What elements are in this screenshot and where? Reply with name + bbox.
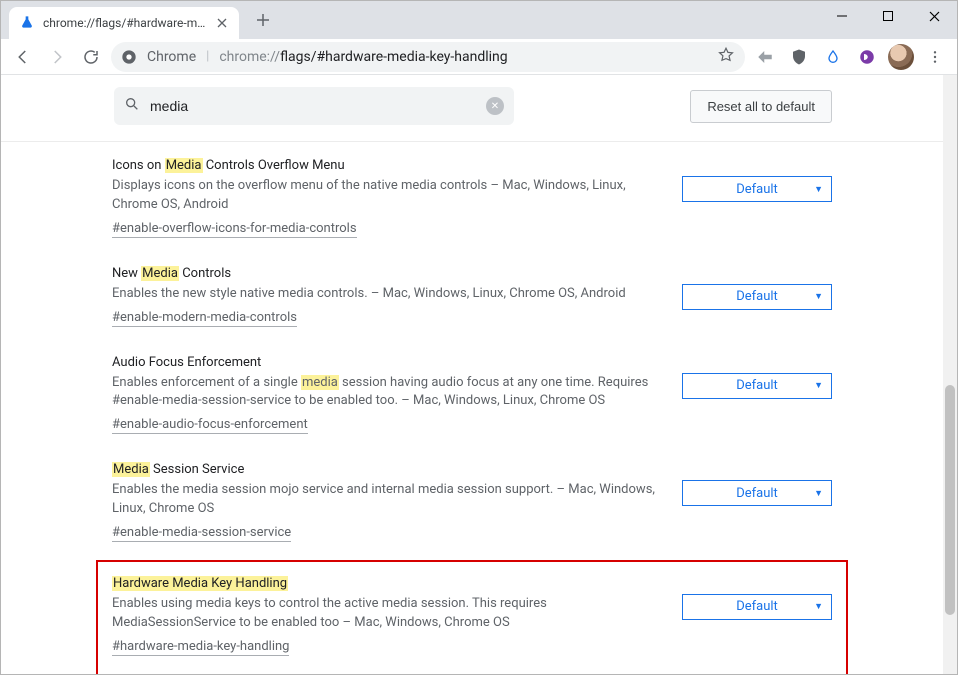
chrome-icon [121,49,137,65]
flags-search[interactable]: ✕ [114,87,514,125]
flag-anchor-link[interactable]: #enable-overflow-icons-for-media-control… [112,221,357,238]
flag-title: Icons on Media Controls Overflow Menu [112,158,662,173]
scroll-thumb[interactable] [945,385,955,615]
bookmark-star-icon[interactable] [717,46,735,68]
flag-title: Audio Focus Enforcement [112,355,662,370]
close-icon[interactable] [215,16,229,30]
flags-list: Icons on Media Controls Overflow Menu Di… [112,142,832,674]
flag-description: Displays icons on the overflow menu of t… [112,177,662,215]
flag-row: Icons on Media Controls Overflow Menu Di… [112,142,832,250]
flag-description: Enables the media session mojo service a… [112,481,662,519]
back-button[interactable] [9,43,37,71]
flag-title: New Media Controls [112,266,662,281]
flag-description: Enables the new style native media contr… [112,285,662,304]
toolbar: Chrome | chrome://flags/#hardware-media-… [1,39,957,75]
flag-row: Hardware Media Key Handling Enables usin… [112,570,832,668]
omnibox-scheme-label: Chrome [147,49,196,65]
profile-avatar[interactable] [887,43,915,71]
new-tab-button[interactable] [249,6,277,34]
browser-tab[interactable]: chrome://flags/#hardware-media [9,7,239,39]
clear-search-icon[interactable]: ✕ [486,97,504,115]
flag-row: Audio Focus Enforcement Enables enforcem… [112,339,832,447]
flask-icon [19,15,35,31]
search-input[interactable] [150,98,476,114]
omnibox-url: chrome://flags/#hardware-media-key-handl… [219,49,507,65]
extension-round-icon[interactable] [853,43,881,71]
flag-anchor-link[interactable]: #hardware-media-key-handling [112,639,289,656]
address-bar[interactable]: Chrome | chrome://flags/#hardware-media-… [111,42,745,72]
flag-select[interactable]: Default [682,176,832,202]
flag-select[interactable]: Default [682,284,832,310]
highlighted-flag: Hardware Media Key Handling Enables usin… [96,560,848,674]
flag-row: New Media Controls Enables the new style… [112,250,832,339]
titlebar: chrome://flags/#hardware-media [1,1,957,39]
flag-description: Enables enforcement of a single media se… [112,374,662,412]
minimize-button[interactable] [819,1,865,31]
flag-title: Hardware Media Key Handling [112,576,662,591]
reload-button[interactable] [77,43,105,71]
forward-button[interactable] [43,43,71,71]
flag-select[interactable]: Default [682,373,832,399]
window-controls [819,1,957,31]
menu-button[interactable] [921,43,949,71]
flag-row: Media Session Service Enables the media … [112,446,832,554]
close-button[interactable] [911,1,957,31]
reset-all-button[interactable]: Reset all to default [690,90,832,123]
flags-header: ✕ Reset all to default [1,75,943,142]
browser-window: chrome://flags/#hardware-media Chrome | … [0,0,958,675]
page-viewport: ✕ Reset all to default Icons on Media Co… [1,75,957,674]
ublock-icon[interactable] [785,43,813,71]
flag-select[interactable]: Default [682,594,832,620]
flag-anchor-link[interactable]: #enable-audio-focus-enforcement [112,417,308,434]
flag-select[interactable]: Default [682,480,832,506]
search-icon [124,96,140,116]
tab-title: chrome://flags/#hardware-media [43,16,207,30]
drop-icon[interactable] [819,43,847,71]
flag-description: Enables using media keys to control the … [112,595,662,633]
flag-title: Media Session Service [112,462,662,477]
extension-icon[interactable] [751,43,779,71]
scrollbar[interactable] [943,75,957,674]
maximize-button[interactable] [865,1,911,31]
flag-anchor-link[interactable]: #enable-modern-media-controls [112,310,297,327]
flag-anchor-link[interactable]: #enable-media-session-service [112,525,291,542]
